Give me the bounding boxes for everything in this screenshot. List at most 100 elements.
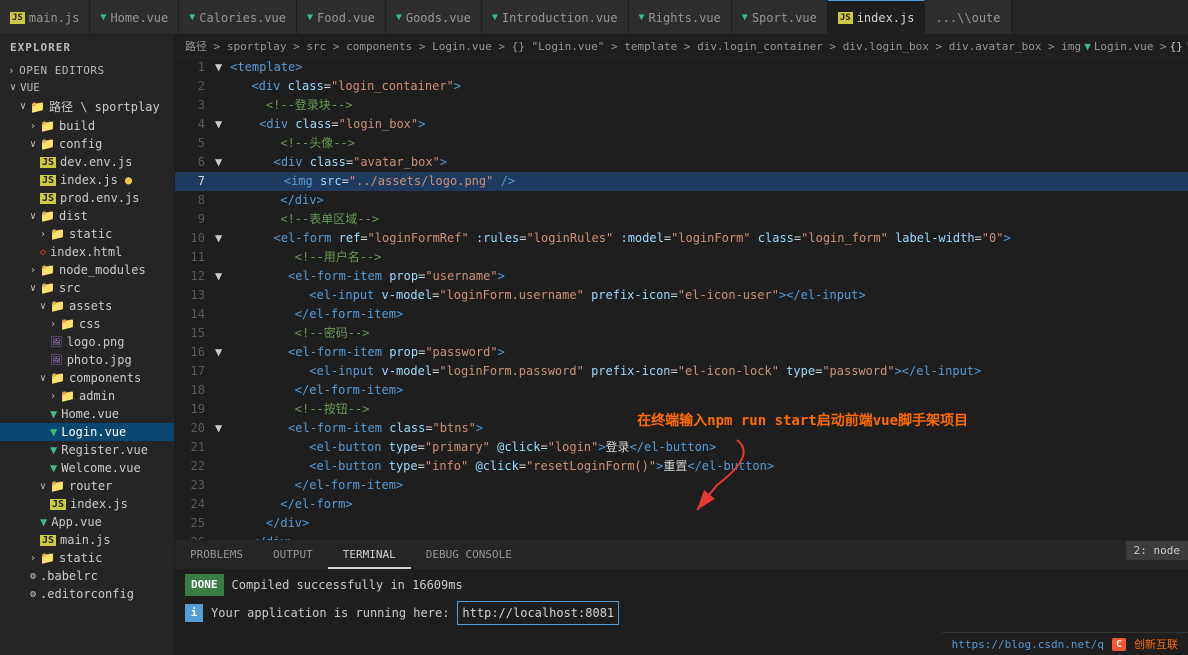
tab-label: OUTPUT [273,548,313,561]
sidebar-item-logo[interactable]: 🖼 logo.png [0,333,174,351]
sidebar-item-babelrc[interactable]: ⚙ .babelrc [0,567,174,585]
terminal-line-2: i Your application is running here: http… [185,601,1178,625]
item-label: node_modules [59,263,146,277]
sidebar-item-index-html[interactable]: ◇ index.html [0,243,174,261]
item-label: index.js [60,173,118,187]
code-editor[interactable]: 1 ▼ <template> 2 <div class="login_conta… [175,58,1188,540]
open-editors-header[interactable]: › OPEN EDITORS [0,60,174,79]
item-label: Home.vue [61,407,119,421]
fold-arrow[interactable]: ▼ [215,58,222,77]
line-content: <template> [225,58,1188,77]
sidebar-item-login-vue[interactable]: ▼ Login.vue [0,423,174,441]
folder-icon: 📁 [30,100,45,114]
sidebar-item-components[interactable]: ∨ 📁 components [0,369,174,387]
code-line-5: 5 <!--头像--> [175,134,1188,153]
folder-icon: 📁 [60,317,75,331]
line-content: <el-button type="info" @click="resetLogi… [232,457,1188,476]
sidebar-item-src[interactable]: ∨ 📁 src [0,279,174,297]
sidebar-item-vue-root[interactable]: ∨ VUE [0,79,174,96]
line-number: 15 [175,324,215,343]
fold-arrow[interactable]: ▼ [215,343,222,362]
line-number: 23 [175,476,215,495]
sidebar-item-static2[interactable]: › 📁 static [0,549,174,567]
code-line-9: 9 <!--表单区域--> [175,210,1188,229]
vue-icon: ▼ [742,12,748,23]
item-label: .babelrc [40,569,98,583]
breadcrumb-sep: {} [1170,40,1183,53]
item-label: config [59,137,102,151]
code-line-25: 25 </div> [175,514,1188,533]
sidebar-item-router[interactable]: ∨ 📁 router [0,477,174,495]
panel-tab-output[interactable]: OUTPUT [258,541,328,569]
line-content: <!--登录块--> [232,96,1188,115]
sidebar-item-css[interactable]: › 📁 css [0,315,174,333]
sidebar-item-root[interactable]: ∨ 📁 路径 \ sportplay [0,96,174,117]
chevron-right-icon: › [50,319,56,330]
code-line-24: 24 </el-form> [175,495,1188,514]
app-url[interactable]: http://localhost:8081 [457,601,619,625]
sidebar-item-admin[interactable]: › 📁 admin [0,387,174,405]
line-content: <div class="avatar_box"> [225,153,1188,172]
tab-label: ...\\oute [935,11,1000,25]
tab-rights-vue[interactable]: ▼ Rights.vue [629,0,732,35]
sidebar-item-welcome-vue[interactable]: ▼ Welcome.vue [0,459,174,477]
code-line-19: 19 <!--按钮--> [175,400,1188,419]
sidebar-item-editorconfig[interactable]: ⚙ .editorconfig [0,585,174,603]
panel-tab-debug[interactable]: DEBUG CONSOLE [411,541,527,569]
item-label: Login.vue [61,425,126,439]
panel-tab-problems[interactable]: PROBLEMS [175,541,258,569]
vue-icon: ▼ [639,12,645,23]
sidebar-item-config[interactable]: ∨ 📁 config [0,135,174,153]
tab-calories-vue[interactable]: ▼ Calories.vue [179,0,297,35]
sidebar-item-home-vue[interactable]: ▼ Home.vue [0,405,174,423]
tab-label: Food.vue [317,11,375,25]
line-number: 25 [175,514,215,533]
tab-label: Calories.vue [199,11,286,25]
code-line-23: 23 </el-form-item> [175,476,1188,495]
fold-arrow[interactable]: ▼ [215,419,222,438]
folder-icon: 📁 [40,551,55,565]
sidebar-item-router-index[interactable]: JS index.js [0,495,174,513]
fold-arrow[interactable]: ▼ [215,153,222,172]
tab-sport-vue[interactable]: ▼ Sport.vue [732,0,828,35]
vue-icon: ▼ [492,12,498,23]
line-number: 24 [175,495,215,514]
fold-arrow[interactable]: ▼ [215,115,222,134]
code-line-21: 21 <el-button type="primary" @click="log… [175,438,1188,457]
tab-label: TERMINAL [343,548,396,561]
tab-route[interactable]: ...\\oute [925,0,1011,35]
folder-icon: 📁 [50,227,65,241]
csdn-footer: https://blog.csdn.net/q C 创新互联 [942,632,1188,655]
tab-bar: JS main.js ▼ Home.vue ▼ Calories.vue ▼ F… [0,0,1188,35]
item-label: photo.jpg [67,353,132,367]
tab-food-vue[interactable]: ▼ Food.vue [297,0,386,35]
tab-goods-vue[interactable]: ▼ Goods.vue [386,0,482,35]
sidebar-item-assets[interactable]: ∨ 📁 assets [0,297,174,315]
sidebar-item-dev-env[interactable]: JS dev.env.js [0,153,174,171]
sidebar-item-register-vue[interactable]: ▼ Register.vue [0,441,174,459]
chevron-right-icon: › [30,553,36,564]
chevron-down-icon: ∨ [20,101,26,112]
sidebar-item-static[interactable]: › 📁 static [0,225,174,243]
tab-home-vue[interactable]: ▼ Home.vue [90,0,179,35]
line-content: <el-input v-model="loginForm.username" p… [232,286,1188,305]
tab-main-js[interactable]: JS main.js [0,0,90,35]
panel-tab-terminal[interactable]: TERMINAL [328,541,411,569]
sidebar-item-prod-env[interactable]: JS prod.env.js [0,189,174,207]
fold-arrow[interactable]: ▼ [215,229,222,248]
fold-arrow[interactable]: ▼ [215,267,222,286]
tab-index-js[interactable]: JS index.js [828,0,926,35]
item-label: main.js [60,533,111,547]
sidebar-item-node-modules[interactable]: › 📁 node_modules [0,261,174,279]
sidebar-item-index-js[interactable]: JS index.js ● [0,171,174,189]
sidebar: EXPLORER › OPEN EDITORS ∨ VUE ∨ 📁 路径 \ s… [0,35,175,655]
tab-label: Goods.vue [406,11,471,25]
sidebar-item-dist[interactable]: ∨ 📁 dist [0,207,174,225]
sidebar-item-photo[interactable]: 🖼 photo.jpg [0,351,174,369]
tab-label: main.js [29,11,80,25]
tab-introduction-vue[interactable]: ▼ Introduction.vue [482,0,629,35]
sidebar-item-main-js[interactable]: JS main.js [0,531,174,549]
sidebar-item-build[interactable]: › 📁 build [0,117,174,135]
line-content: <!--用户名--> [232,248,1188,267]
sidebar-item-app-vue[interactable]: ▼ App.vue [0,513,174,531]
